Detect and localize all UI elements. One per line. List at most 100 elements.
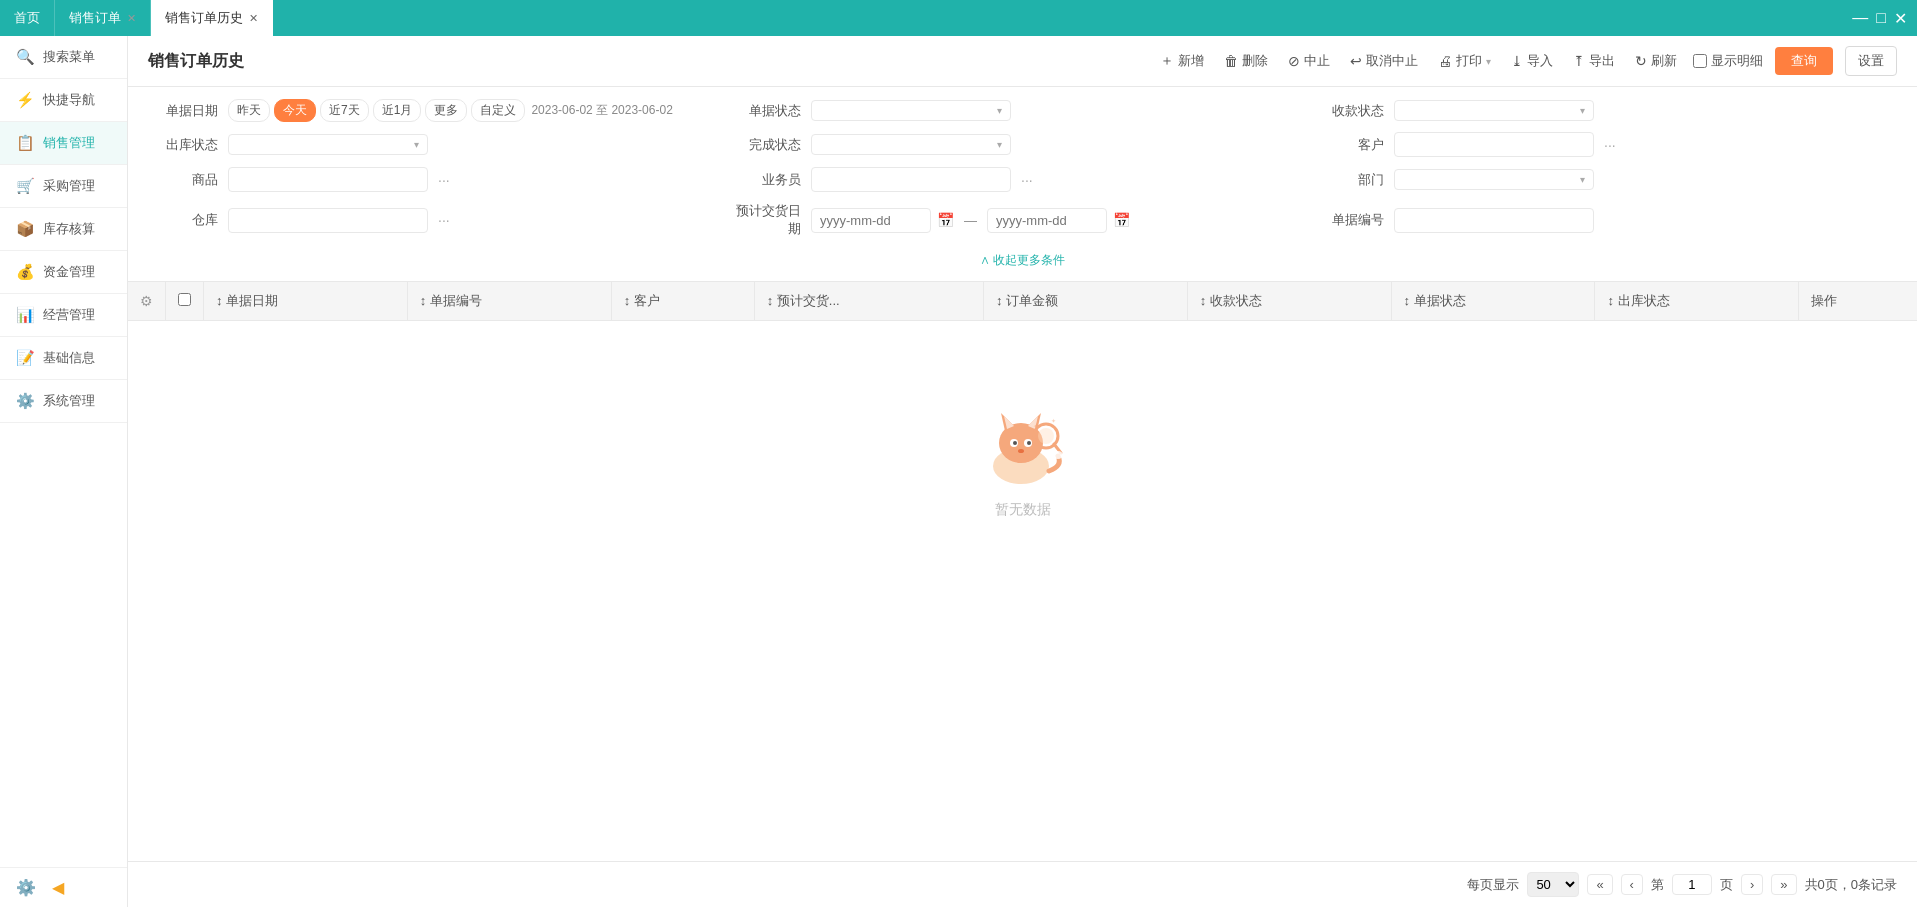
date-btn-today[interactable]: 今天 <box>274 99 316 122</box>
import-label: 导入 <box>1527 52 1553 70</box>
date-filter-group: 单据日期 昨天 今天 近7天 近1月 更多 自定义 2023-06-02 至 2… <box>148 99 731 122</box>
delivery-end-calendar-icon[interactable]: 📅 <box>1113 212 1130 228</box>
sidebar-item-finance[interactable]: 💰 资金管理 <box>0 251 127 294</box>
warehouse-input[interactable] <box>228 208 428 233</box>
product-input[interactable] <box>228 167 428 192</box>
operations-icon: 📊 <box>16 306 35 324</box>
th-customer[interactable]: ↕ 客户 <box>611 282 754 321</box>
print-label: 打印 <box>1456 52 1482 70</box>
settings-button[interactable]: 设置 <box>1845 46 1897 76</box>
top-bar: 首页 销售订单 ✕ 销售订单历史 ✕ — □ ✕ <box>0 0 1917 36</box>
cancel-stop-button[interactable]: ↩ 取消中止 <box>1346 50 1422 72</box>
order-number-input[interactable] <box>1394 208 1594 233</box>
complete-status-group: 完成状态 ▾ <box>731 134 1314 155</box>
first-page-btn[interactable]: « <box>1587 874 1612 895</box>
collapse-label: ∧ 收起更多条件 <box>980 253 1065 267</box>
customer-input[interactable] <box>1394 132 1594 157</box>
query-button[interactable]: 查询 <box>1775 47 1833 75</box>
th-delivery[interactable]: ↕ 预计交货... <box>754 282 983 321</box>
print-button[interactable]: 🖨 打印 ▾ <box>1434 50 1495 72</box>
close-btn[interactable]: ✕ <box>1894 9 1907 28</box>
display-toggle[interactable]: 显示明细 <box>1693 52 1763 70</box>
refresh-button[interactable]: ↻ 刷新 <box>1631 50 1681 72</box>
salesman-dots-btn[interactable]: ··· <box>1017 172 1037 188</box>
date-btn-more[interactable]: 更多 <box>425 99 467 122</box>
warehouse-status-select[interactable]: ▾ <box>228 134 428 155</box>
minimize-btn[interactable]: — <box>1852 9 1868 27</box>
delivery-date-start[interactable] <box>811 208 931 233</box>
tab-sales-order-history[interactable]: 销售订单历史 ✕ <box>151 0 273 36</box>
settings-bottom-icon[interactable]: ⚙️ <box>16 878 36 897</box>
sys-mgmt-icon: ⚙️ <box>16 392 35 410</box>
tab-sales-order[interactable]: 销售订单 ✕ <box>55 0 151 36</box>
delivery-start-calendar-icon[interactable]: 📅 <box>937 212 954 228</box>
warehouse-dots-btn[interactable]: ··· <box>434 212 454 228</box>
payment-status-select[interactable]: ▾ <box>1394 100 1594 121</box>
page-number-input[interactable] <box>1672 874 1712 895</box>
th-order-status[interactable]: ↕ 单据状态 <box>1391 282 1595 321</box>
table-area: ⚙ ↕ 单据日期 ↕ 单据编号 <box>128 282 1917 861</box>
new-button[interactable]: ＋ 新增 <box>1156 50 1208 72</box>
th-payment-status[interactable]: ↕ 收款状态 <box>1187 282 1391 321</box>
customer-dots-btn[interactable]: ··· <box>1600 137 1620 153</box>
maximize-btn[interactable]: □ <box>1876 9 1886 27</box>
tab-sales-order-close[interactable]: ✕ <box>127 12 136 25</box>
customer-group: 客户 ··· <box>1314 132 1897 157</box>
sidebar-item-inventory[interactable]: 📦 库存核算 <box>0 208 127 251</box>
date-btn-7days[interactable]: 近7天 <box>320 99 369 122</box>
page-size-select[interactable]: 10 20 50 100 <box>1527 872 1579 897</box>
complete-status-select[interactable]: ▾ <box>811 134 1011 155</box>
sidebar-item-operations[interactable]: 📊 经营管理 <box>0 294 127 337</box>
order-status-select[interactable]: ▾ <box>811 100 1011 121</box>
th-amount[interactable]: ↕ 订单金额 <box>983 282 1187 321</box>
collapse-filters-button[interactable]: ∧ 收起更多条件 <box>148 248 1897 269</box>
tab-home[interactable]: 首页 <box>0 0 55 36</box>
salesman-group: 业务员 ··· <box>731 167 1314 192</box>
refresh-label: 刷新 <box>1651 52 1677 70</box>
print-arrow-icon: ▾ <box>1486 56 1491 67</box>
sidebar-item-operations-label: 经营管理 <box>43 306 95 324</box>
sidebar-item-quick-nav[interactable]: ⚡ 快捷导航 <box>0 79 127 122</box>
sidebar-item-basic-info[interactable]: 📝 基础信息 <box>0 337 127 380</box>
date-btn-1month[interactable]: 近1月 <box>373 99 422 122</box>
th-date[interactable]: ↕ 单据日期 <box>204 282 408 321</box>
th-order-status-label: ↕ 单据状态 <box>1404 292 1466 310</box>
export-button[interactable]: ⤒ 导出 <box>1569 50 1619 72</box>
page-unit: 页 <box>1720 876 1733 894</box>
total-records-label: 共0页，0条记录 <box>1805 876 1897 894</box>
th-warehouse-status[interactable]: ↕ 出库状态 <box>1595 282 1799 321</box>
salesman-input[interactable] <box>811 167 1011 192</box>
current-page-label: 第 <box>1651 876 1664 894</box>
table-settings-icon[interactable]: ⚙ <box>140 293 153 309</box>
delete-icon: 🗑 <box>1224 53 1238 69</box>
sidebar: 🔍 搜索菜单 ⚡ 快捷导航 📋 销售管理 🛒 采购管理 📦 库存核算 💰 资金管… <box>0 36 128 907</box>
import-button[interactable]: ⤓ 导入 <box>1507 50 1557 72</box>
select-all-checkbox[interactable] <box>178 293 191 306</box>
delivery-date-end[interactable] <box>987 208 1107 233</box>
next-page-btn[interactable]: › <box>1741 874 1763 895</box>
date-btn-yesterday[interactable]: 昨天 <box>228 99 270 122</box>
stop-button[interactable]: ⊘ 中止 <box>1284 50 1334 72</box>
order-number-label: 单据编号 <box>1314 211 1394 229</box>
sidebar-item-purchase-mgmt[interactable]: 🛒 采购管理 <box>0 165 127 208</box>
department-select[interactable]: ▾ <box>1394 169 1594 190</box>
display-toggle-checkbox[interactable] <box>1693 54 1707 68</box>
date-btn-custom[interactable]: 自定义 <box>471 99 525 122</box>
pagination-bar: 每页显示 10 20 50 100 « ‹ 第 页 › » 共0页，0条记录 <box>128 861 1917 907</box>
collapse-sidebar-icon[interactable]: ◀ <box>52 878 64 897</box>
last-page-btn[interactable]: » <box>1771 874 1796 895</box>
delete-button[interactable]: 🗑 删除 <box>1220 50 1272 72</box>
sidebar-item-sales-mgmt[interactable]: 📋 销售管理 <box>0 122 127 165</box>
payment-status-arrow-icon: ▾ <box>1580 105 1585 116</box>
sidebar-item-search-menu[interactable]: 🔍 搜索菜单 <box>0 36 127 79</box>
print-icon: 🖨 <box>1438 53 1452 69</box>
sidebar-item-sys-mgmt[interactable]: ⚙️ 系统管理 <box>0 380 127 423</box>
prev-page-btn[interactable]: ‹ <box>1621 874 1643 895</box>
delete-label: 删除 <box>1242 52 1268 70</box>
tab-sales-order-history-close[interactable]: ✕ <box>249 12 258 25</box>
new-icon: ＋ <box>1160 52 1174 70</box>
th-number[interactable]: ↕ 单据编号 <box>407 282 611 321</box>
payment-status-group: 收款状态 ▾ <box>1314 100 1897 121</box>
th-date-label: ↕ 单据日期 <box>216 292 278 310</box>
product-dots-btn[interactable]: ··· <box>434 172 454 188</box>
